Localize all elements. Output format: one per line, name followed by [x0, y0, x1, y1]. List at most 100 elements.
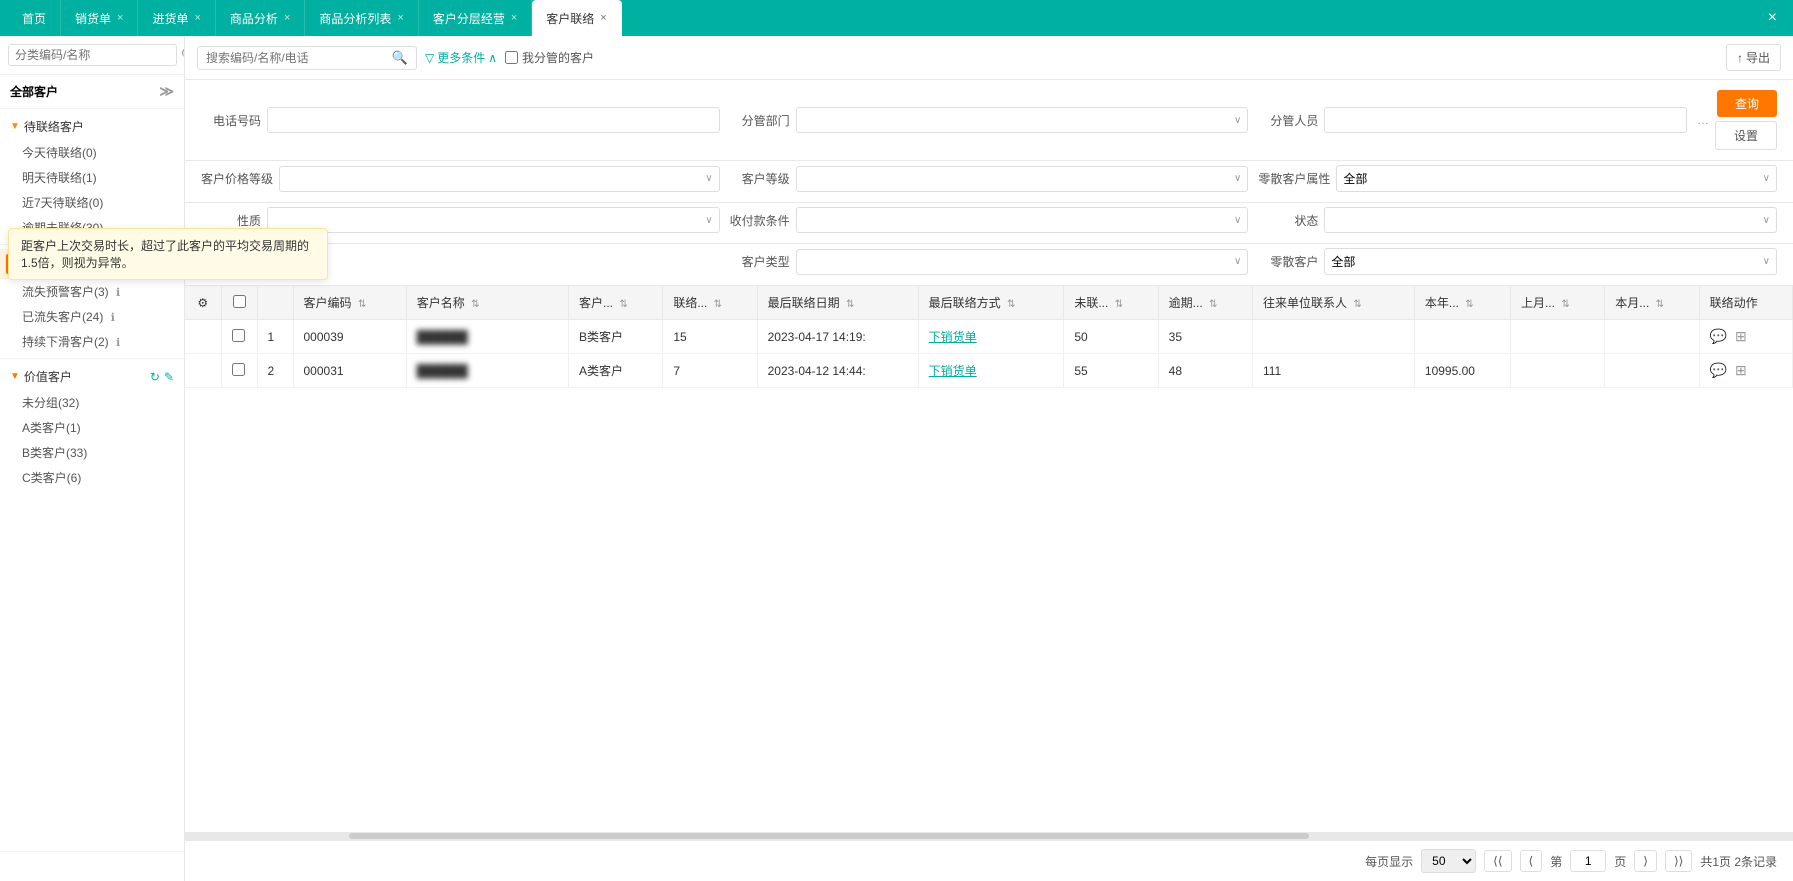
sidebar-search-input[interactable] [8, 44, 177, 66]
filter-customer-type-select[interactable]: ∨ [796, 249, 1249, 275]
export-button[interactable]: ↑ 导出 [1726, 44, 1781, 71]
th-last-month[interactable]: 上月... ⇅ [1510, 286, 1604, 320]
sidebar-item-today-contact[interactable]: 今天待联络(0) [0, 140, 184, 165]
sidebar-item-ungrouped[interactable]: 未分组(32) [0, 390, 184, 415]
tab-home[interactable]: 首页 [8, 0, 61, 36]
sidebar-item-class-c[interactable]: C类客户(6) [0, 465, 184, 490]
search-input[interactable] [206, 51, 392, 65]
last-method-link-1[interactable]: 下销货单 [929, 330, 977, 344]
sidebar-item-tomorrow-contact[interactable]: 明天待联络(1) [0, 165, 184, 190]
sidebar-divider-2 [0, 358, 184, 359]
sidebar-tree: ▼ 待联络客户 今天待联络(0) 明天待联络(1) 近7天待联络(0) 逾期未联… [0, 109, 184, 851]
more-action-icon-2[interactable]: ⊞ [1735, 362, 1747, 379]
horizontal-scrollbar[interactable] [185, 832, 1793, 840]
filter-payment-select[interactable]: ∨ [796, 207, 1249, 233]
tab-product-analysis[interactable]: 商品分析 × [216, 0, 305, 36]
filter-retail-attr-select[interactable]: 全部 ∨ [1336, 165, 1777, 192]
sidebar-item-class-a[interactable]: A类客户(1) [0, 415, 184, 440]
value-group-actions: ↻ ✎ [150, 370, 174, 384]
filter-customer-level-select[interactable]: ∨ [796, 166, 1249, 192]
close-customer-contact-icon[interactable]: × [600, 12, 606, 24]
tab-customer-contact[interactable]: 客户联络 × [532, 0, 621, 36]
td-this-month-2 [1605, 354, 1699, 388]
th-last-contact-date[interactable]: 最后联络日期 ⇅ [757, 286, 918, 320]
contact-action-icon-2[interactable]: 💬 [1710, 362, 1727, 379]
filter-customer-level-label: 客户等级 [730, 170, 790, 187]
td-category-2: A类客户 [569, 354, 663, 388]
th-uncontacted[interactable]: 未联... ⇅ [1064, 286, 1158, 320]
row2-checkbox[interactable] [232, 363, 245, 376]
td-last-method-1[interactable]: 下销货单 [918, 320, 1064, 354]
person-more-icon[interactable]: … [1697, 113, 1709, 127]
setting-button[interactable]: 设置 [1715, 121, 1777, 150]
page-number-input[interactable] [1570, 850, 1606, 872]
close-customer-segmentation-icon[interactable]: × [511, 12, 517, 24]
edit-icon[interactable]: ✎ [164, 370, 174, 384]
th-name[interactable]: 客户名称 ⇅ [406, 286, 568, 320]
last-method-link-2[interactable]: 下销货单 [929, 364, 977, 378]
th-code[interactable]: 客户编码 ⇅ [293, 286, 406, 320]
th-overdue[interactable]: 逾期... ⇅ [1158, 286, 1252, 320]
per-page-select[interactable]: 50 100 200 [1421, 849, 1476, 873]
sidebar-all-customers-header[interactable]: 全部客户 ≫ [0, 75, 184, 109]
th-num [257, 286, 293, 320]
table-area: ⚙ 客户编码 ⇅ 客户名称 ⇅ [185, 286, 1793, 832]
window-close-button[interactable]: × [1760, 9, 1785, 27]
table-header: ⚙ 客户编码 ⇅ 客户名称 ⇅ [185, 286, 1793, 320]
search-button-icon[interactable]: 🔍 [392, 50, 408, 66]
sidebar-item-declining[interactable]: 持续下滑客户(2) ℹ [0, 329, 184, 354]
th-current-year[interactable]: 本年... ⇅ [1414, 286, 1510, 320]
tab-sales-order[interactable]: 销货单 × [61, 0, 138, 36]
th-category[interactable]: 客户... ⇅ [569, 286, 663, 320]
sidebar-item-churned[interactable]: 已流失客户(24) ℹ [0, 304, 184, 329]
sidebar-collapse-icon[interactable]: ≫ [159, 83, 174, 100]
tab-purchase-order[interactable]: 进货单 × [138, 0, 215, 36]
filter-price-level-select[interactable]: ∨ [279, 166, 720, 192]
filter-payment: 收付款条件 ∨ [730, 207, 1249, 233]
close-sales-order-icon[interactable]: × [117, 12, 123, 24]
tab-customer-segmentation[interactable]: 客户分层经营 × [419, 0, 532, 36]
th-this-month[interactable]: 本月... ⇅ [1605, 286, 1699, 320]
contact-action-icon-1[interactable]: 💬 [1710, 328, 1727, 345]
info-icon-3[interactable]: ℹ [116, 337, 120, 349]
filter-price-level-label: 客户价格等级 [201, 170, 273, 187]
filter-retail-customer-select[interactable]: 全部 ∨ [1324, 248, 1777, 275]
td-last-method-2[interactable]: 下销货单 [918, 354, 1064, 388]
last-page-button[interactable]: ⟩⟩ [1665, 850, 1692, 872]
scrollbar-thumb[interactable] [349, 833, 1309, 839]
refresh-icon[interactable]: ↻ [150, 370, 160, 384]
close-product-analysis-list-icon[interactable]: × [397, 12, 403, 24]
more-conditions-button[interactable]: ▽ 更多条件 ∧ [425, 49, 497, 66]
row1-checkbox[interactable] [232, 329, 245, 342]
sort-this-month-icon: ⇅ [1656, 299, 1664, 310]
group-arrow-icon: ▼ [10, 121, 20, 132]
sidebar-item-churn-warning[interactable]: 流失预警客户(3) ℹ [0, 279, 184, 304]
sidebar-value-customer-header[interactable]: ▼ 价值客户 ↻ ✎ [0, 363, 184, 390]
sidebar-item-7days-contact[interactable]: 近7天待联络(0) [0, 190, 184, 215]
th-last-contact-method[interactable]: 最后联络方式 ⇅ [918, 286, 1064, 320]
select-all-checkbox[interactable] [233, 295, 246, 308]
close-purchase-order-icon[interactable]: × [194, 12, 200, 24]
my-customer-checkbox[interactable] [505, 51, 518, 64]
td-action-2: 💬 ⊞ [1699, 354, 1792, 388]
th-unit-contact[interactable]: 往来单位联系人 ⇅ [1252, 286, 1414, 320]
first-page-button[interactable]: ⟨⟨ [1484, 850, 1511, 872]
query-button[interactable]: 查询 [1717, 90, 1777, 117]
filter-status-select[interactable]: ∨ [1324, 207, 1777, 233]
filter-nature-select[interactable]: ∨ [267, 207, 720, 233]
tab-product-analysis-list[interactable]: 商品分析列表 × [305, 0, 418, 36]
filter-person-input[interactable] [1324, 107, 1687, 133]
close-product-analysis-icon[interactable]: × [284, 12, 290, 24]
th-settings[interactable]: ⚙ [185, 286, 221, 320]
more-action-icon-1[interactable]: ⊞ [1735, 328, 1747, 345]
filter-dept-select[interactable]: ∨ [796, 107, 1249, 133]
prev-page-button[interactable]: ⟨ [1520, 850, 1543, 872]
filter-phone-input[interactable] [267, 107, 720, 133]
sidebar-item-class-b[interactable]: B类客户(33) [0, 440, 184, 465]
th-contact-count[interactable]: 联络... ⇅ [663, 286, 757, 320]
filter-panel-row4: … 客户类型 ∨ 零散客户 全部 ∨ [185, 244, 1793, 286]
info-icon-2[interactable]: ℹ [111, 312, 115, 324]
sidebar-group-pending-contact[interactable]: ▼ 待联络客户 [0, 113, 184, 140]
next-page-button[interactable]: ⟩ [1634, 850, 1657, 872]
info-icon-1[interactable]: ℹ [116, 287, 120, 299]
